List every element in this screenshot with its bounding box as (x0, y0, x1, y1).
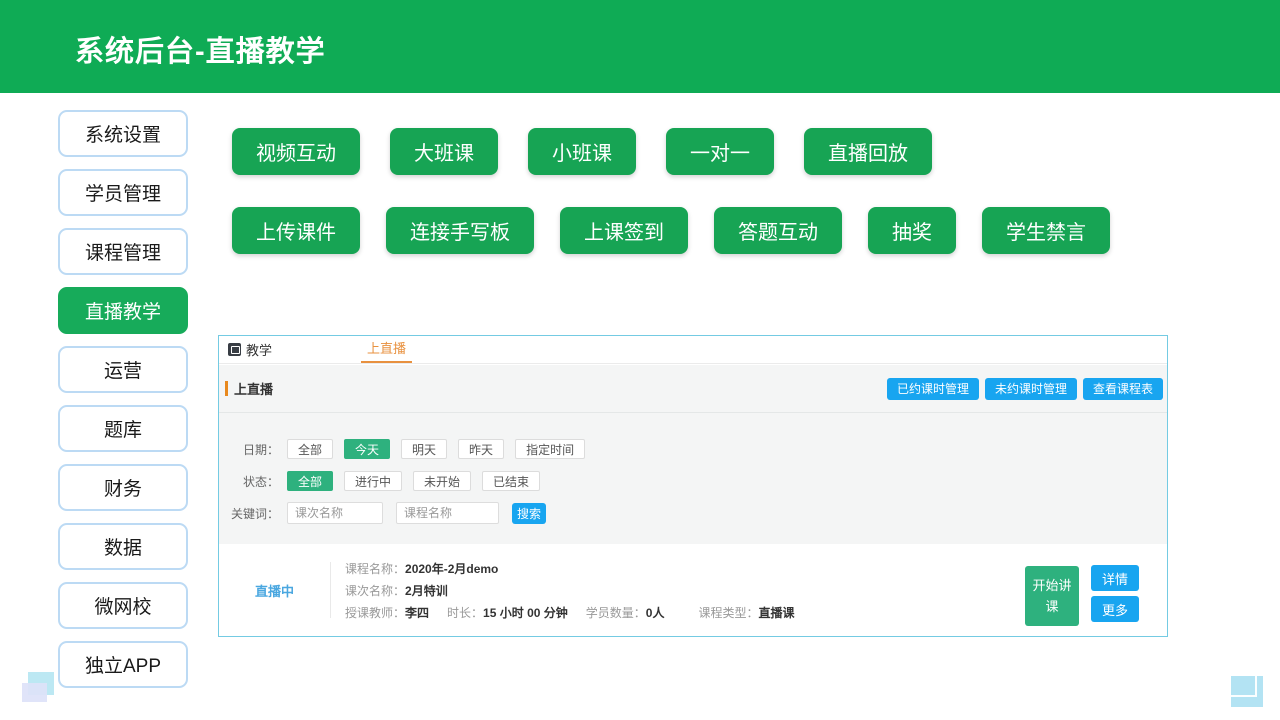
sidebar-item-system-settings[interactable]: 系统设置 (58, 110, 188, 157)
duration-pair: 时长： 15 小时 00 分钟 (447, 604, 568, 621)
app-label: 教学 (246, 340, 272, 359)
students-label: 学员数量： (586, 604, 646, 621)
tab-live-streaming[interactable]: 上直播 (359, 336, 414, 363)
section-actions: 已约课时管理 未约课时管理 查看课程表 (887, 378, 1163, 400)
app-header: 系统后台-直播教学 (0, 0, 1280, 93)
sidebar-item-live-teaching[interactable]: 直播教学 (58, 287, 188, 334)
course-name-line: 课程名称： 2020年-2月demo (345, 559, 812, 577)
status-chip-not-started[interactable]: 未开始 (413, 471, 471, 491)
course-type-label: 课程类型： (698, 604, 758, 621)
sidebar-item-question-bank[interactable]: 题库 (58, 405, 188, 452)
keyword-filter-row: 关键词： 搜索 (229, 503, 1167, 523)
start-class-button[interactable]: 开始讲课 (1025, 566, 1079, 626)
date-chip-yesterday[interactable]: 昨天 (458, 439, 504, 459)
live-status-badge: 直播中 (219, 581, 330, 600)
teaching-app-icon (228, 343, 241, 356)
more-button[interactable]: 更多 (1091, 596, 1139, 622)
course-name-input[interactable] (396, 502, 499, 524)
feature-video-interaction[interactable]: 视频互动 (232, 128, 360, 175)
lesson-name-label: 课次名称： (345, 582, 405, 599)
record-details: 课程名称： 2020年-2月demo 课次名称： 2月特训 授课教师： 李四 时… (331, 555, 812, 625)
feature-connect-tablet[interactable]: 连接手写板 (386, 207, 534, 254)
teacher-value: 李四 (405, 604, 429, 621)
sidebar-item-finance[interactable]: 财务 (58, 464, 188, 511)
feature-upload-courseware[interactable]: 上传课件 (232, 207, 360, 254)
status-filter-row: 状态： 全部 进行中 未开始 已结束 (229, 471, 1167, 491)
course-name-label: 课程名称： (345, 560, 405, 577)
feature-class-signin[interactable]: 上课签到 (560, 207, 688, 254)
filter-area: 日期： 全部 今天 明天 昨天 指定时间 状态： 全部 进行中 未开始 已结束 … (219, 413, 1167, 523)
lesson-name-value: 2月特训 (405, 582, 448, 599)
sidebar-item-student-management[interactable]: 学员管理 (58, 169, 188, 216)
booked-hours-button[interactable]: 已约课时管理 (887, 378, 979, 400)
decoration-square-right-outline (1221, 671, 1257, 697)
feature-row-2: 上传课件 连接手写板 上课签到 答题互动 抽奖 学生禁言 (232, 207, 1110, 254)
feature-row-1: 视频互动 大班课 小班课 一对一 直播回放 (232, 128, 1110, 175)
date-filter-row: 日期： 全部 今天 明天 昨天 指定时间 (229, 439, 1167, 459)
students-value: 0人 (646, 604, 665, 621)
sidebar: 系统设置 学员管理 课程管理 直播教学 运营 题库 财务 数据 微网校 独立AP… (58, 110, 188, 688)
view-schedule-button[interactable]: 查看课程表 (1083, 378, 1163, 400)
detail-button[interactable]: 详情 (1091, 565, 1139, 591)
status-chip-all[interactable]: 全部 (287, 471, 333, 491)
search-button[interactable]: 搜索 (512, 503, 546, 524)
sidebar-item-micro-school[interactable]: 微网校 (58, 582, 188, 629)
feature-one-on-one[interactable]: 一对一 (666, 128, 774, 175)
status-chip-ongoing[interactable]: 进行中 (344, 471, 402, 491)
teacher-label: 授课教师： (345, 604, 405, 621)
teacher-pair: 授课教师： 李四 (345, 604, 429, 621)
meta-line: 授课教师： 李四 时长： 15 小时 00 分钟 学员数量： 0人 课程类型： … (345, 603, 812, 621)
course-type-value: 直播课 (758, 604, 794, 621)
sidebar-item-operations[interactable]: 运营 (58, 346, 188, 393)
date-chip-today[interactable]: 今天 (344, 439, 390, 459)
feature-lottery[interactable]: 抽奖 (868, 207, 956, 254)
sidebar-item-data[interactable]: 数据 (58, 523, 188, 570)
date-chip-all[interactable]: 全部 (287, 439, 333, 459)
sidebar-item-course-management[interactable]: 课程管理 (58, 228, 188, 275)
unbooked-hours-button[interactable]: 未约课时管理 (985, 378, 1077, 400)
lesson-name-line: 课次名称： 2月特训 (345, 581, 812, 599)
panel-tabbar: 教学 上直播 (219, 336, 1167, 364)
feature-student-mute[interactable]: 学生禁言 (982, 207, 1110, 254)
section-title: 上直播 (234, 379, 273, 398)
students-pair: 学员数量： 0人 (586, 604, 665, 621)
duration-value: 15 小时 00 分钟 (483, 604, 568, 621)
date-filter-label: 日期： (229, 441, 279, 458)
status-chip-ended[interactable]: 已结束 (482, 471, 540, 491)
feature-live-replay[interactable]: 直播回放 (804, 128, 932, 175)
keyword-filter-label: 关键词： (229, 505, 279, 522)
section-accent-bar (225, 381, 228, 396)
status-filter-label: 状态： (229, 473, 279, 490)
feature-large-class[interactable]: 大班课 (390, 128, 498, 175)
course-type-pair: 课程类型： 直播课 (698, 604, 794, 621)
duration-label: 时长： (447, 604, 483, 621)
feature-small-class[interactable]: 小班课 (528, 128, 636, 175)
feature-buttons: 视频互动 大班课 小班课 一对一 直播回放 上传课件 连接手写板 上课签到 答题… (232, 128, 1110, 286)
course-record-row: 直播中 课程名称： 2020年-2月demo 课次名称： 2月特训 授课教师： … (219, 544, 1167, 636)
lesson-name-input[interactable] (287, 502, 383, 524)
page-title: 系统后台-直播教学 (75, 28, 326, 70)
sidebar-item-standalone-app[interactable]: 独立APP (58, 641, 188, 688)
admin-panel: 教学 上直播 上直播 已约课时管理 未约课时管理 查看课程表 日期： 全部 今天… (218, 335, 1168, 637)
feature-quiz-interaction[interactable]: 答题互动 (714, 207, 842, 254)
course-name-value: 2020年-2月demo (405, 560, 498, 577)
date-chip-custom-time[interactable]: 指定时间 (515, 439, 585, 459)
date-chip-tomorrow[interactable]: 明天 (401, 439, 447, 459)
panel-content: 上直播 已约课时管理 未约课时管理 查看课程表 日期： 全部 今天 明天 昨天 … (219, 365, 1167, 636)
decoration-square-left-lavender (22, 683, 47, 702)
section-header: 上直播 已约课时管理 未约课时管理 查看课程表 (219, 365, 1167, 413)
